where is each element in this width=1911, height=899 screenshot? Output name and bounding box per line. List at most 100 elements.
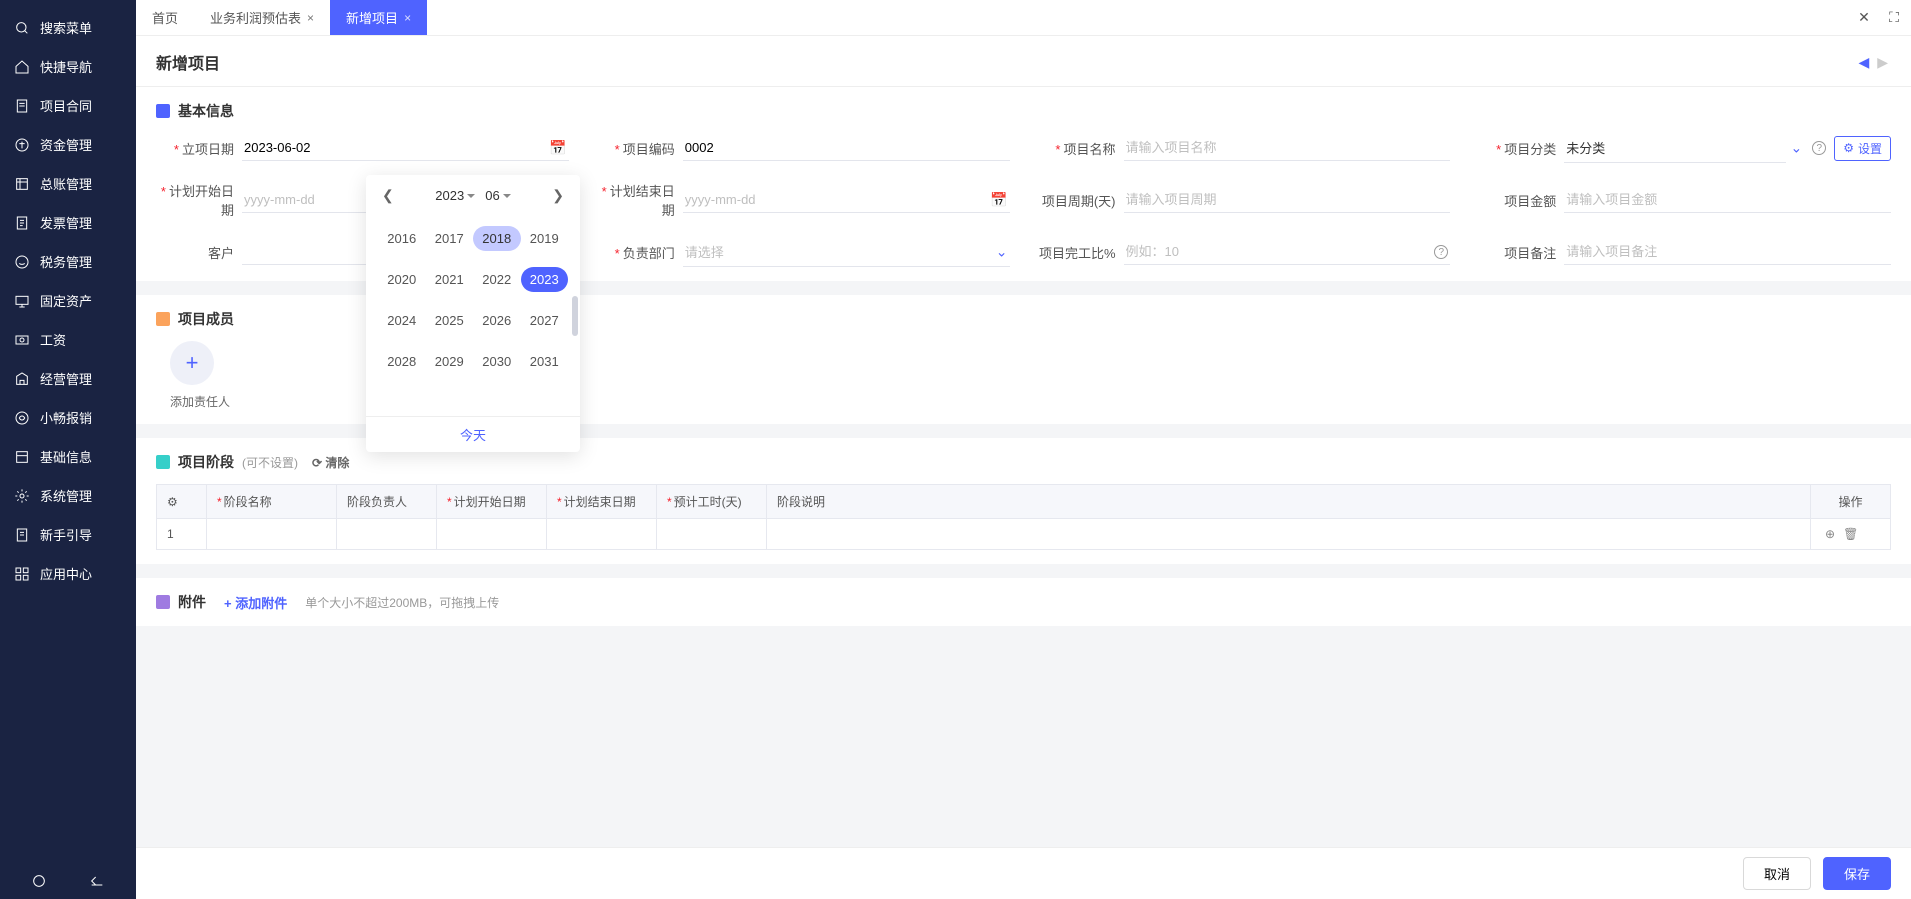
dp-today-button[interactable]: 今天 bbox=[460, 428, 486, 443]
cancel-button[interactable]: 取消 bbox=[1743, 857, 1811, 890]
sidebar-item-ledger[interactable]: 总账管理 bbox=[0, 164, 136, 203]
year-option-2021[interactable]: 2021 bbox=[426, 267, 474, 292]
biz-icon bbox=[14, 371, 30, 387]
dp-year-select[interactable]: 2023 bbox=[435, 188, 475, 203]
input-proj-name[interactable] bbox=[1124, 135, 1451, 161]
sidebar-item-guide[interactable]: 新手引导 bbox=[0, 515, 136, 554]
add-row-icon[interactable]: ⊕ bbox=[1825, 527, 1835, 541]
year-option-2020[interactable]: 2020 bbox=[378, 267, 426, 292]
sidebar-item-biz[interactable]: 经营管理 bbox=[0, 359, 136, 398]
sidebar-item-sys[interactable]: 系统管理 bbox=[0, 476, 136, 515]
dp-month-select[interactable]: 06 bbox=[485, 188, 510, 203]
year-option-2023[interactable]: 2023 bbox=[521, 267, 569, 292]
pager-next-icon[interactable]: ▶ bbox=[1874, 54, 1891, 71]
bx-icon bbox=[14, 410, 30, 426]
year-option-2027[interactable]: 2027 bbox=[521, 308, 569, 333]
calendar-icon[interactable]: 📅 bbox=[990, 192, 1007, 209]
label-dept: 负责部门 bbox=[597, 243, 683, 262]
stage-clear-button[interactable]: ⟳ 清除 bbox=[312, 454, 349, 471]
stage-cell[interactable] bbox=[547, 519, 657, 550]
help-icon[interactable]: ? bbox=[1812, 141, 1826, 155]
sidebar-item-label: 总账管理 bbox=[40, 174, 92, 193]
footer: 取消 保存 bbox=[136, 847, 1911, 899]
calendar-icon[interactable]: 📅 bbox=[549, 140, 566, 157]
salary-icon bbox=[14, 332, 30, 348]
add-member-button[interactable]: + bbox=[170, 341, 214, 385]
sidebar-item-asset[interactable]: 固定资产 bbox=[0, 281, 136, 320]
year-option-2018[interactable]: 2018 bbox=[473, 226, 521, 251]
chevron-down-icon[interactable]: ⌄ bbox=[1790, 140, 1802, 157]
add-attach-button[interactable]: + 添加附件 bbox=[224, 593, 287, 612]
sidebar-item-invoice[interactable]: 发票管理 bbox=[0, 203, 136, 242]
section-icon-member bbox=[156, 312, 170, 326]
search-icon bbox=[14, 20, 30, 36]
year-option-2029[interactable]: 2029 bbox=[426, 349, 474, 374]
label-customer: 客户 bbox=[156, 243, 242, 262]
stage-th-7: 操作 bbox=[1811, 485, 1891, 519]
sidebar-item-salary[interactable]: 工资 bbox=[0, 320, 136, 359]
tab-close-icon[interactable]: × bbox=[307, 11, 314, 25]
sidebar-item-bx[interactable]: 小畅报销 bbox=[0, 398, 136, 437]
dp-prev-icon[interactable]: ❮ bbox=[378, 183, 398, 208]
tab-业务利润预估表[interactable]: 业务利润预估表× bbox=[194, 0, 330, 35]
year-option-2031[interactable]: 2031 bbox=[521, 349, 569, 374]
sidebar-item-search[interactable]: 搜索菜单 bbox=[0, 8, 136, 47]
tab-首页[interactable]: 首页 bbox=[136, 0, 194, 35]
input-plan-end[interactable] bbox=[683, 187, 1010, 213]
stage-cell[interactable] bbox=[207, 519, 337, 550]
sidebar-item-home[interactable]: 快捷导航 bbox=[0, 47, 136, 86]
chevron-down-icon[interactable]: ⌄ bbox=[996, 244, 1008, 261]
input-amount[interactable] bbox=[1564, 187, 1891, 213]
sidebar-item-fund[interactable]: 资金管理 bbox=[0, 125, 136, 164]
stage-cell[interactable] bbox=[437, 519, 547, 550]
section-title-attach: 附件 bbox=[178, 592, 206, 612]
input-cycle[interactable] bbox=[1124, 187, 1451, 213]
year-option-2030[interactable]: 2030 bbox=[473, 349, 521, 374]
input-proj-code[interactable] bbox=[683, 135, 1010, 161]
tab-close-icon[interactable]: × bbox=[404, 11, 411, 25]
dp-scrollbar[interactable] bbox=[572, 296, 578, 336]
section-icon-basic bbox=[156, 104, 170, 118]
stage-cell[interactable] bbox=[767, 519, 1811, 550]
tab-close-all-icon[interactable]: ✕ bbox=[1851, 5, 1877, 31]
stage-th-2: 阶段负责人 bbox=[337, 485, 437, 519]
input-progress[interactable] bbox=[1124, 239, 1451, 265]
select-proj-cat[interactable]: 未分类 bbox=[1564, 133, 1786, 163]
year-option-2022[interactable]: 2022 bbox=[473, 267, 521, 292]
year-option-2016[interactable]: 2016 bbox=[378, 226, 426, 251]
help-icon[interactable]: ? bbox=[1434, 245, 1448, 259]
section-title-member: 项目成员 bbox=[178, 309, 234, 329]
sidebar-item-tax[interactable]: 税务管理 bbox=[0, 242, 136, 281]
label-cycle: 项目周期(天) bbox=[1038, 191, 1124, 210]
sidebar-item-apps[interactable]: 应用中心 bbox=[0, 554, 136, 593]
settings-button[interactable]: ⚙ 设置 bbox=[1834, 136, 1891, 161]
year-option-2017[interactable]: 2017 bbox=[426, 226, 474, 251]
main: 首页业务利润预估表×新增项目× ✕ ⛶ 新增项目 ◀ ▶ 基本信息 bbox=[136, 0, 1911, 899]
delete-row-icon[interactable]: 🗑 bbox=[1843, 527, 1858, 541]
input-est-date[interactable] bbox=[242, 135, 569, 161]
sidebar-item-label: 税务管理 bbox=[40, 252, 92, 271]
tab-新增项目[interactable]: 新增项目× bbox=[330, 0, 427, 35]
sidebar-item-contract[interactable]: 项目合同 bbox=[0, 86, 136, 125]
sidebar-footer-icon-2[interactable] bbox=[89, 873, 105, 889]
sidebar-footer-icon-1[interactable] bbox=[31, 873, 47, 889]
dp-next-icon[interactable]: ❯ bbox=[548, 183, 568, 208]
sidebar-item-base[interactable]: 基础信息 bbox=[0, 437, 136, 476]
label-proj-code: 项目编码 bbox=[597, 139, 683, 158]
year-option-2025[interactable]: 2025 bbox=[426, 308, 474, 333]
year-option-2019[interactable]: 2019 bbox=[521, 226, 569, 251]
stage-cell[interactable] bbox=[657, 519, 767, 550]
input-remark[interactable] bbox=[1564, 239, 1891, 265]
pager-prev-icon[interactable]: ◀ bbox=[1855, 54, 1872, 71]
fullscreen-icon[interactable]: ⛶ bbox=[1881, 5, 1907, 31]
select-dept[interactable]: 请选择 bbox=[683, 237, 1010, 267]
sys-icon bbox=[14, 488, 30, 504]
year-option-2024[interactable]: 2024 bbox=[378, 308, 426, 333]
year-option-2028[interactable]: 2028 bbox=[378, 349, 426, 374]
save-button[interactable]: 保存 bbox=[1823, 857, 1891, 890]
sidebar: 搜索菜单快捷导航项目合同资金管理总账管理发票管理税务管理固定资产工资经营管理小畅… bbox=[0, 0, 136, 899]
year-option-2026[interactable]: 2026 bbox=[473, 308, 521, 333]
pager: ◀ ▶ bbox=[1855, 54, 1891, 71]
gear-icon[interactable]: ⚙ bbox=[167, 495, 178, 509]
stage-cell[interactable] bbox=[337, 519, 437, 550]
